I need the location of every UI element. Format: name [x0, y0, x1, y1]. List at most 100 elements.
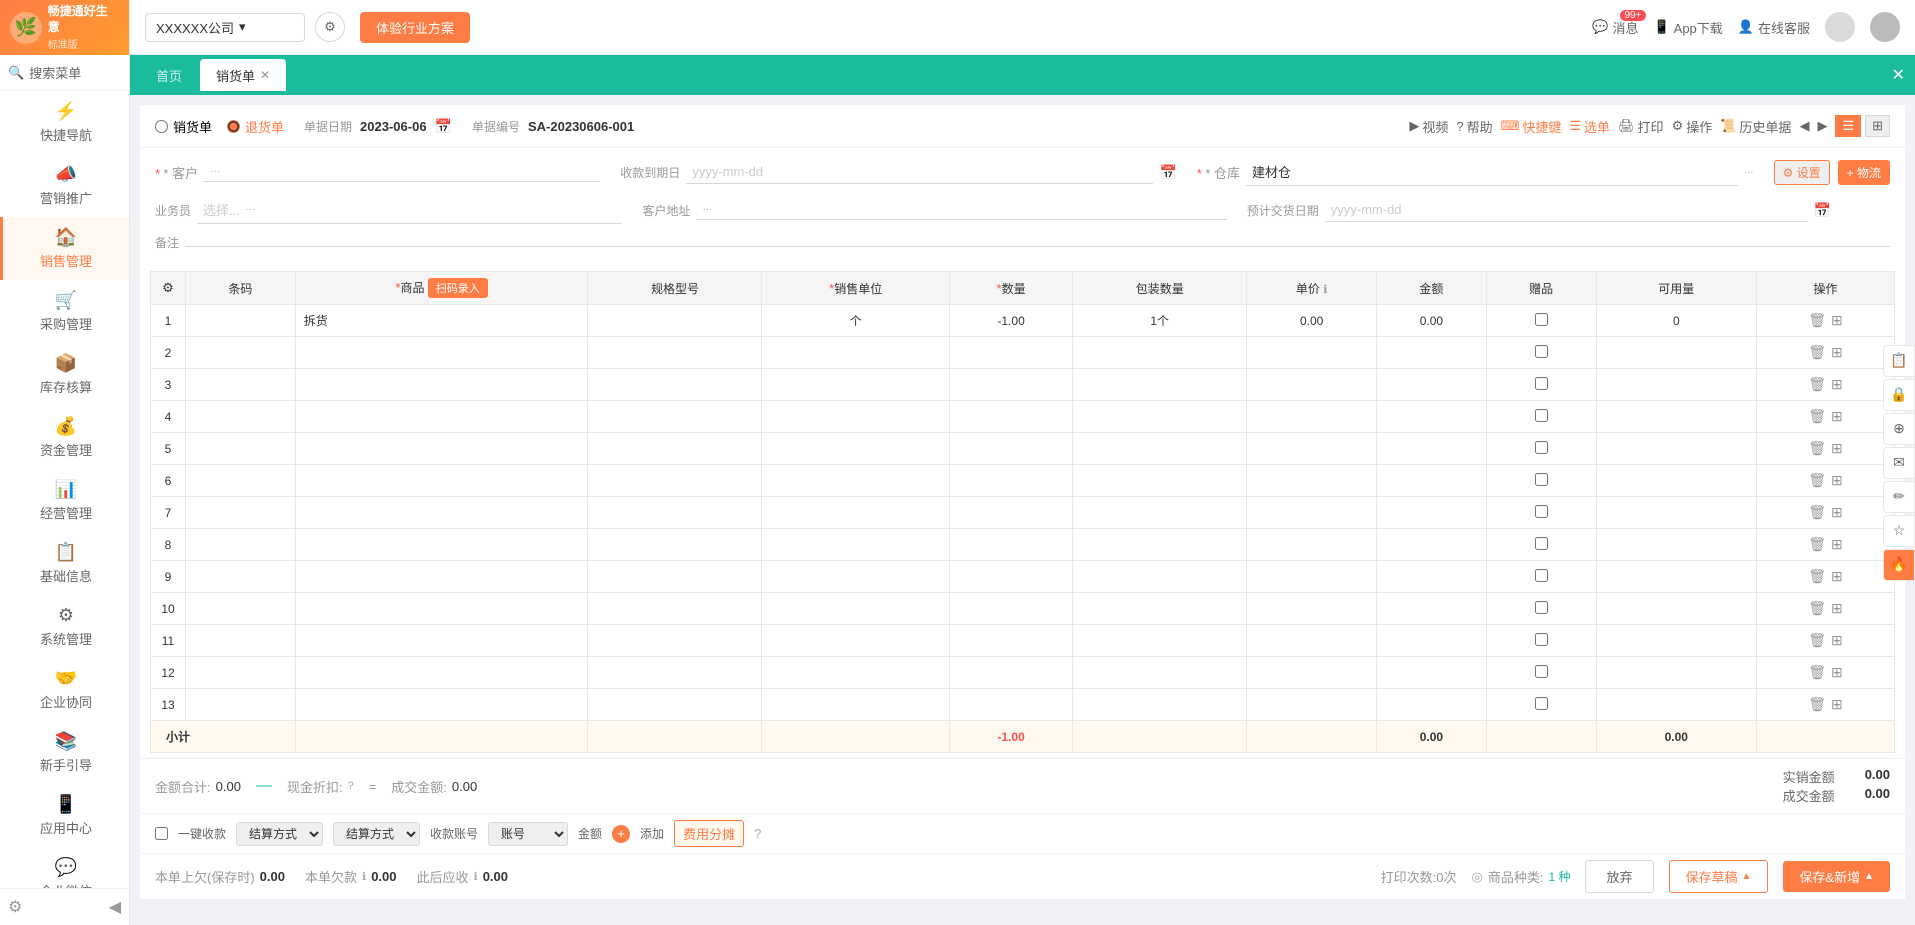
row-qty[interactable]	[949, 561, 1072, 593]
row-unit[interactable]	[762, 529, 950, 561]
row-unit[interactable]	[762, 593, 950, 625]
float-btn-4[interactable]: ✉	[1883, 447, 1915, 479]
row-pack-qty[interactable]	[1073, 561, 1247, 593]
row-price[interactable]	[1247, 561, 1377, 593]
row-barcode[interactable]	[186, 561, 296, 593]
row-product[interactable]	[295, 465, 588, 497]
row-pack-qty[interactable]	[1073, 689, 1247, 721]
sidebar-item-sys-mgmt[interactable]: ⚙ 系统管理	[0, 595, 129, 658]
payment-help-icon[interactable]: ?	[754, 826, 761, 841]
copy-icon[interactable]: ⊞	[1831, 536, 1843, 553]
float-btn-6[interactable]: ☆	[1883, 515, 1915, 547]
row-gift[interactable]	[1486, 561, 1596, 593]
row-spec[interactable]	[588, 433, 762, 465]
row-price[interactable]	[1247, 657, 1377, 689]
row-qty[interactable]	[949, 337, 1072, 369]
sidebar-search[interactable]: 🔍 搜索菜单	[0, 55, 129, 91]
row-barcode[interactable]	[186, 689, 296, 721]
row-gift[interactable]	[1486, 369, 1596, 401]
row-qty[interactable]	[949, 401, 1072, 433]
row-amount[interactable]	[1377, 465, 1487, 497]
warehouse-input[interactable]: 建材仓	[1246, 158, 1738, 186]
col-setting[interactable]: ⚙	[151, 272, 186, 305]
row-unit[interactable]	[762, 497, 950, 529]
close-all-tabs-btn[interactable]: ✕	[1892, 65, 1905, 85]
sidebar-item-app-center[interactable]: 📱 应用中心	[0, 784, 129, 847]
sidebar-item-finance[interactable]: 💰 资金管理	[0, 406, 129, 469]
sidebar-settings-btn[interactable]: ⚙	[8, 897, 22, 917]
row-spec[interactable]	[588, 561, 762, 593]
row-amount[interactable]	[1377, 337, 1487, 369]
delete-icon[interactable]: 🗑	[1808, 696, 1826, 713]
row-product[interactable]	[295, 593, 588, 625]
row-spec[interactable]	[588, 337, 762, 369]
row-unit[interactable]	[762, 689, 950, 721]
sidebar-item-enterprise[interactable]: 🤝 企业协同	[0, 658, 129, 721]
row-spec[interactable]	[588, 657, 762, 689]
operate-btn[interactable]: ⚙ 操作	[1672, 117, 1713, 136]
row-unit[interactable]	[762, 657, 950, 689]
row-spec[interactable]	[588, 465, 762, 497]
row-pack-qty[interactable]	[1073, 433, 1247, 465]
discard-button[interactable]: 放弃	[1585, 860, 1653, 893]
row-pack-qty[interactable]	[1073, 401, 1247, 433]
row-barcode[interactable]	[186, 369, 296, 401]
copy-icon[interactable]: ⊞	[1831, 344, 1843, 361]
copy-icon[interactable]: ⊞	[1831, 312, 1843, 329]
row-unit[interactable]	[762, 561, 950, 593]
row-qty[interactable]: -1.00	[949, 305, 1072, 337]
row-amount[interactable]	[1377, 625, 1487, 657]
float-btn-3[interactable]: ⊕	[1883, 413, 1915, 445]
copy-icon[interactable]: ⊞	[1831, 664, 1843, 681]
row-product[interactable]	[295, 625, 588, 657]
sidebar-item-inventory[interactable]: 📦 库存核算	[0, 343, 129, 406]
sidebar-item-beginner[interactable]: 📚 新手引导	[0, 721, 129, 784]
add-payment-btn[interactable]: +	[612, 825, 630, 843]
row-gift[interactable]	[1486, 465, 1596, 497]
save-draft-button[interactable]: 保存草稿 ▲	[1669, 860, 1769, 893]
row-barcode[interactable]	[186, 625, 296, 657]
row-pack-qty[interactable]	[1073, 497, 1247, 529]
row-barcode[interactable]	[186, 465, 296, 497]
float-btn-7[interactable]: 🔥	[1883, 549, 1915, 581]
row-gift[interactable]	[1486, 625, 1596, 657]
row-product[interactable]	[295, 401, 588, 433]
row-pack-qty[interactable]	[1073, 529, 1247, 561]
row-gift[interactable]	[1486, 337, 1596, 369]
tab-sales-order[interactable]: 销货单 ✕	[200, 59, 286, 91]
row-spec[interactable]	[588, 529, 762, 561]
radio-return-order[interactable]: 退货单	[227, 117, 284, 136]
row-qty[interactable]	[949, 529, 1072, 561]
settings-btn[interactable]: ⚙ 设置	[1774, 160, 1830, 185]
grid-view-btn[interactable]: ⊞	[1865, 115, 1890, 137]
row-amount[interactable]	[1377, 593, 1487, 625]
row-unit[interactable]	[762, 433, 950, 465]
row-gift[interactable]	[1486, 433, 1596, 465]
collection-calendar-icon[interactable]: 📅	[1159, 164, 1176, 181]
copy-icon[interactable]: ⊞	[1831, 408, 1843, 425]
row-unit[interactable]	[762, 337, 950, 369]
account-number-select[interactable]: 账号	[488, 822, 568, 846]
row-price[interactable]: 0.00	[1247, 305, 1377, 337]
customer-address-input[interactable]: ···	[696, 200, 1226, 220]
delete-icon[interactable]: 🗑	[1808, 440, 1826, 457]
row-pack-qty[interactable]	[1073, 337, 1247, 369]
sidebar-item-purchase-mgmt[interactable]: 🛒 采购管理	[0, 280, 129, 343]
row-price[interactable]	[1247, 497, 1377, 529]
row-barcode[interactable]	[186, 497, 296, 529]
row-product[interactable]	[295, 657, 588, 689]
row-pack-qty[interactable]	[1073, 657, 1247, 689]
sidebar-item-corp-wechat[interactable]: 💬 企业微信	[0, 847, 129, 888]
row-pack-qty[interactable]	[1073, 593, 1247, 625]
one-click-payment-checkbox[interactable]	[155, 827, 168, 840]
row-unit[interactable]: 个	[762, 305, 950, 337]
row-product[interactable]	[295, 529, 588, 561]
copy-icon[interactable]: ⊞	[1831, 472, 1843, 489]
row-barcode[interactable]	[186, 433, 296, 465]
row-gift[interactable]	[1486, 529, 1596, 561]
row-barcode[interactable]	[186, 401, 296, 433]
row-amount[interactable]	[1377, 561, 1487, 593]
row-pack-qty[interactable]	[1073, 465, 1247, 497]
row-spec[interactable]	[588, 593, 762, 625]
row-spec[interactable]	[588, 625, 762, 657]
